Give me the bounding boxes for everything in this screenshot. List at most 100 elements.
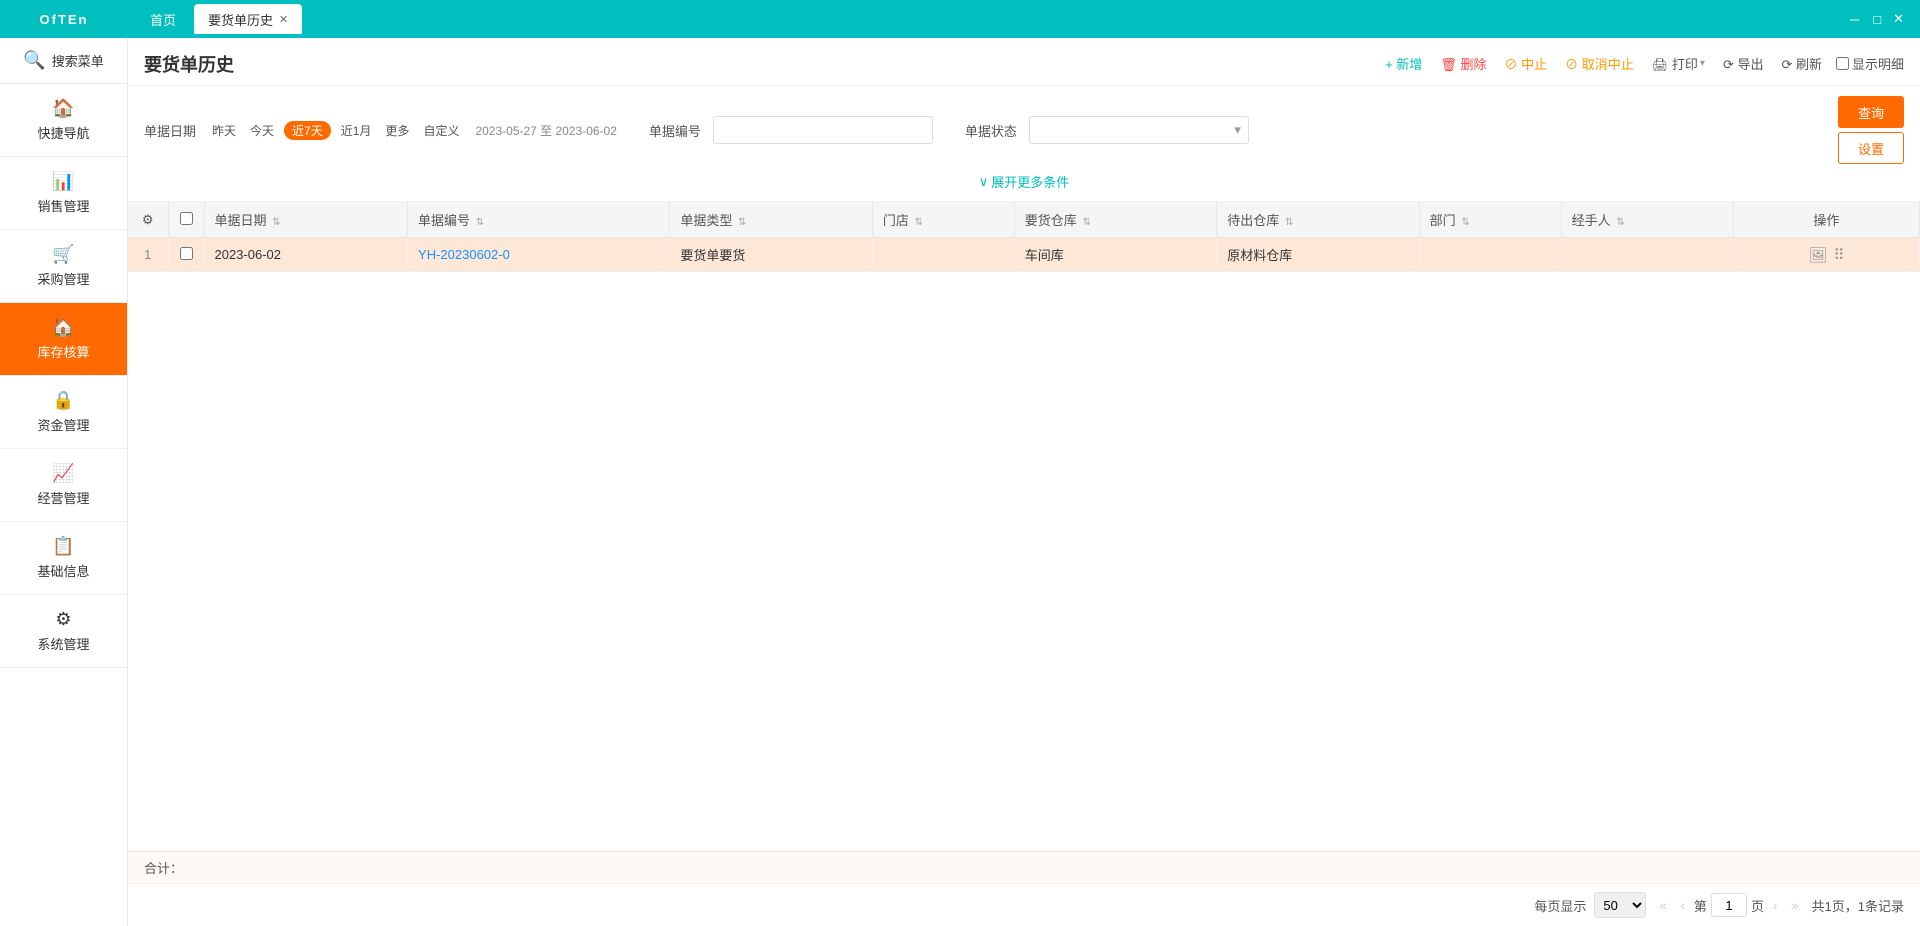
sort-req-warehouse-icon[interactable]: ⇅	[1082, 217, 1090, 228]
sidebar-item-purchase[interactable]: 🛒 采购管理	[0, 230, 127, 303]
table-row[interactable]: 1 2023-06-02 YH-20230602-0 要货单要货 车间库	[128, 238, 1920, 272]
brand-logo: OfTEn	[0, 0, 128, 38]
export-button[interactable]: ⟳ 导出	[1719, 52, 1768, 75]
col-ops: 操作	[1733, 202, 1919, 238]
doc-status-select-wrapper: 全部 草稿 已审核 已中止	[1029, 116, 1249, 144]
col-pending-warehouse[interactable]: 待出仓库 ⇅	[1217, 202, 1419, 238]
date-custom[interactable]: 自定义	[419, 121, 463, 140]
cell-row-num: 1	[128, 238, 168, 272]
display-detail-toggle[interactable]: 显示明细	[1836, 54, 1904, 73]
date-last1month[interactable]: 近1月	[337, 121, 376, 140]
page-suffix: 页	[1751, 896, 1764, 915]
sidebar-item-basic-info[interactable]: 📋 基础信息	[0, 522, 127, 595]
date-last7days[interactable]: 近7天	[284, 121, 331, 140]
sidebar-item-search[interactable]: 🔍 搜索菜单	[0, 38, 127, 84]
sort-department-icon[interactable]: ⇅	[1461, 217, 1469, 228]
cell-store	[872, 238, 1014, 272]
row-checkbox[interactable]	[180, 247, 193, 260]
date-more[interactable]: 更多	[381, 121, 413, 140]
sort-doc-date-icon[interactable]: ⇅	[272, 217, 280, 228]
col-ops-label: 操作	[1813, 213, 1839, 228]
col-doc-date[interactable]: 单据日期 ⇅	[204, 202, 408, 238]
cell-doc-type: 要货单要货	[670, 238, 872, 272]
col-req-warehouse[interactable]: 要货仓库 ⇅	[1014, 202, 1216, 238]
col-handler[interactable]: 经手人 ⇅	[1561, 202, 1733, 238]
first-page-btn[interactable]: «	[1654, 896, 1671, 915]
more-action-icon[interactable]: ⠿	[1833, 246, 1844, 264]
query-button[interactable]: 查询	[1838, 96, 1904, 128]
gear-icon[interactable]: ⚙	[142, 212, 154, 227]
sidebar-item-basic-info-label: 基础信息	[37, 561, 89, 580]
sidebar-item-sales[interactable]: 📊 销售管理	[0, 157, 127, 230]
settings-button[interactable]: 设置	[1838, 132, 1904, 164]
delete-button[interactable]: 🗑 删除	[1436, 52, 1490, 75]
col-checkbox[interactable]	[168, 202, 204, 238]
sort-store-icon[interactable]: ⇅	[914, 217, 922, 228]
cell-checkbox[interactable]	[168, 238, 204, 272]
cell-doc-number[interactable]: YH-20230602-0	[408, 238, 670, 272]
tab-home[interactable]: 首页	[136, 4, 190, 34]
sort-pending-warehouse-icon[interactable]: ⇅	[1285, 217, 1293, 228]
col-doc-type-label: 单据类型	[680, 213, 732, 228]
basic-info-icon: 📋	[52, 536, 74, 557]
expand-more-label: 展开更多条件	[991, 172, 1069, 191]
doc-number-link[interactable]: YH-20230602-0	[418, 247, 510, 262]
prev-page-btn[interactable]: ‹	[1676, 896, 1690, 915]
page-label: 第	[1694, 896, 1707, 915]
page-number-input[interactable]	[1711, 893, 1747, 917]
col-doc-date-label: 单据日期	[215, 213, 267, 228]
date-shortcuts: 昨天 今天 近7天 近1月 更多 自定义	[208, 121, 463, 140]
minimize-button[interactable]: －	[1848, 10, 1861, 29]
stop-button[interactable]: ⊘ 中止	[1501, 52, 1552, 75]
col-pending-warehouse-label: 待出仓库	[1227, 213, 1279, 228]
doc-number-input[interactable]	[713, 116, 933, 144]
select-all-checkbox[interactable]	[180, 212, 193, 225]
view-action-icon[interactable]: 🖼	[1808, 246, 1827, 264]
print-dropdown-icon[interactable]: ▾	[1700, 58, 1705, 69]
operations-icon: 📈	[52, 463, 74, 484]
search-icon: 🔍	[23, 50, 45, 71]
close-tab-icon[interactable]: ✕	[279, 13, 288, 26]
doc-status-select[interactable]: 全部 草稿 已审核 已中止	[1029, 116, 1249, 144]
tab-home-label: 首页	[150, 10, 176, 29]
filter-row-1: 单据日期 昨天 今天 近7天 近1月 更多 自定义 2023-05-27 至 2…	[144, 96, 1904, 164]
sidebar-item-quick-nav[interactable]: 🏠 快捷导航	[0, 84, 127, 157]
col-doc-type[interactable]: 单据类型 ⇅	[670, 202, 872, 238]
sort-doc-type-icon[interactable]: ⇅	[738, 217, 746, 228]
refresh-button[interactable]: ⟳ 刷新	[1777, 52, 1826, 75]
sidebar-item-sales-label: 销售管理	[37, 196, 89, 215]
col-gear[interactable]: ⚙	[128, 202, 168, 238]
table-footer: 合计：	[128, 851, 1920, 883]
sort-handler-icon[interactable]: ⇅	[1616, 217, 1624, 228]
pagination: 每页显示 20 50 100 200 « ‹ 第 页 › » 共1页，1条记录	[128, 883, 1920, 926]
sidebar-item-operations[interactable]: 📈 经营管理	[0, 449, 127, 522]
print-button[interactable]: 🖨 打印 ▾	[1648, 52, 1709, 75]
col-doc-number[interactable]: 单据编号 ⇅	[408, 202, 670, 238]
sidebar-item-finance[interactable]: 🔒 资金管理	[0, 376, 127, 449]
filter-area: 单据日期 昨天 今天 近7天 近1月 更多 自定义 2023-05-27 至 2…	[128, 86, 1920, 202]
expand-more-btn[interactable]: ∨ 展开更多条件	[979, 172, 1070, 191]
cancel-stop-button[interactable]: ⊘ 取消中止	[1561, 52, 1638, 75]
col-department-label: 部门	[1430, 213, 1456, 228]
data-table: ⚙ 单据日期 ⇅ 单据编号 ⇅	[128, 202, 1920, 272]
sort-doc-number-icon[interactable]: ⇅	[476, 217, 484, 228]
col-store[interactable]: 门店 ⇅	[872, 202, 1014, 238]
close-button[interactable]: ✕	[1893, 11, 1904, 27]
date-yesterday[interactable]: 昨天	[208, 121, 240, 140]
display-detail-checkbox[interactable]	[1836, 57, 1849, 70]
sidebar-item-inventory[interactable]: 🏠 库存核算	[0, 303, 127, 376]
date-today[interactable]: 今天	[246, 121, 278, 140]
page-size-select[interactable]: 20 50 100 200	[1594, 892, 1646, 918]
next-page-btn[interactable]: ›	[1768, 896, 1782, 915]
col-department[interactable]: 部门 ⇅	[1419, 202, 1561, 238]
sidebar-item-search-label: 搜索菜单	[52, 51, 104, 70]
tab-requisition-history[interactable]: 要货单历史 ✕	[194, 4, 302, 34]
sidebar-item-system[interactable]: ⚙ 系统管理	[0, 595, 127, 668]
display-detail-label: 显示明细	[1852, 54, 1904, 73]
purchase-icon: 🛒	[52, 244, 74, 265]
maximize-button[interactable]: □	[1873, 12, 1881, 27]
cell-handler	[1561, 238, 1733, 272]
last-page-btn[interactable]: »	[1786, 896, 1803, 915]
new-button[interactable]: + 新增	[1381, 52, 1426, 75]
date-range-display: 2023-05-27 至 2023-06-02	[475, 122, 616, 139]
